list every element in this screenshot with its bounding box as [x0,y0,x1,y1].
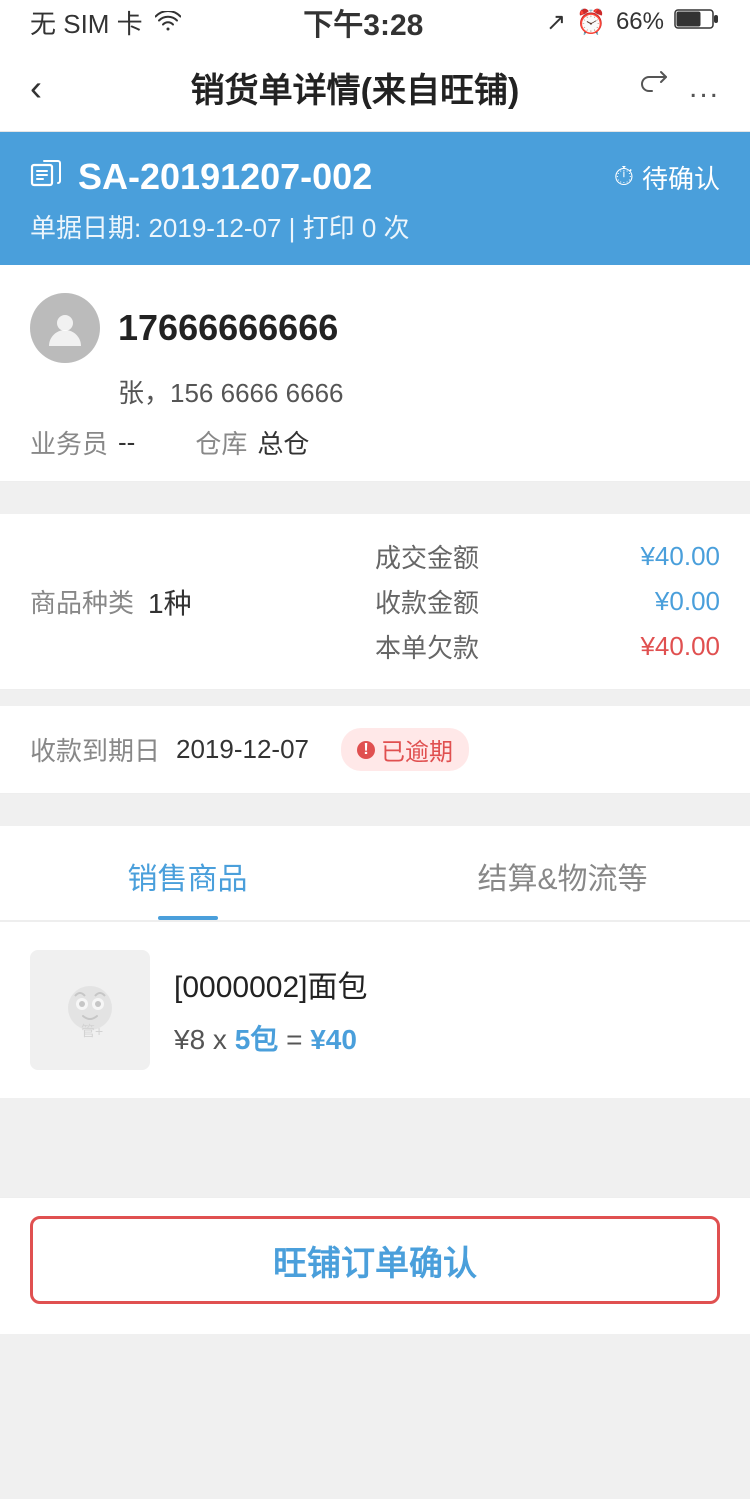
back-button[interactable]: ‹ [30,67,90,109]
clock-icon: ⏱ [614,161,634,193]
table-row: 管+ [0000002]面包 ¥8 x 5包 = ¥40 [0,922,750,1099]
location-icon: ↗ [546,8,566,37]
overdue-text: 已逾期 [381,732,453,767]
status-bar: 无 SIM 卡 下午3:28 ↗ ⏰ 66% [0,0,750,44]
product-section: 管+ [0000002]面包 ¥8 x 5包 = ¥40 [0,922,750,1099]
order-status: ⏱ 待确认 [614,159,720,196]
nav-bar: ‹ 销货单详情(来自旺铺) ... [0,44,750,132]
unit-price: ¥8 x [174,1024,235,1055]
summary-right: 成交金额 ¥40.00 收款金额 ¥0.00 本单欠款 ¥40.00 [375,538,720,665]
status-left: 无 SIM 卡 [30,4,181,41]
received-label: 收款金额 [375,583,479,620]
due-date-value: 2019-12-07 [176,734,309,765]
equals: = [286,1024,310,1055]
salesperson-value: -- [118,427,135,458]
battery-text: 66% [616,8,664,36]
product-price: ¥8 x 5包 = ¥40 [174,1018,720,1058]
bottom-spacer [0,1379,750,1499]
divider-1 [0,498,750,514]
warehouse-info: 仓库 总仓 [195,424,309,461]
customer-meta: 业务员 -- 仓库 总仓 [30,424,720,461]
divider-2 [0,810,750,826]
customer-card: 17666666666 张，156 6666 6666 业务员 -- 仓库 总仓 [0,265,750,482]
customer-name-phone: 张，156 6666 6666 [30,373,720,410]
avatar [30,293,100,363]
bottom-action-bar: 旺铺订单确认 [0,1197,750,1334]
tab-sales-products[interactable]: 销售商品 [0,826,375,920]
order-icon [30,159,64,195]
page-title: 销货单详情(来自旺铺) [90,63,620,112]
more-icon[interactable]: ... [689,71,720,105]
share-icon[interactable] [639,69,669,107]
quantity: 5包 [235,1024,279,1055]
owed-amount-row: 本单欠款 ¥40.00 [375,628,720,665]
svg-text:管+: 管+ [81,1023,103,1039]
received-value: ¥0.00 [655,586,720,617]
transaction-amount-row: 成交金额 ¥40.00 [375,538,720,575]
customer-phone: 17666666666 [118,307,338,349]
warehouse-label: 仓库 [195,424,247,461]
product-thumbnail: 管+ [30,950,150,1070]
product-types-value: 1种 [148,582,192,622]
confirm-order-button[interactable]: 旺铺订单确认 [30,1216,720,1304]
alarm-icon: ⏰ [576,8,606,37]
order-date: 单据日期: 2019-12-07 | 打印 0 次 [30,208,720,245]
customer-name-row: 17666666666 [30,293,720,363]
owed-label: 本单欠款 [375,628,479,665]
wifi-icon [155,7,181,38]
transaction-value: ¥40.00 [640,541,720,572]
overdue-icon: ! [357,741,375,759]
tab-settlement-label: 结算&物流等 [477,863,647,896]
summary-left: 商品种类 1种 [30,538,375,665]
carrier-text: 无 SIM 卡 [30,4,143,41]
summary-card: 商品种类 1种 成交金额 ¥40.00 收款金额 ¥0.00 本单欠款 ¥40.… [0,514,750,690]
status-right: ↗ ⏰ 66% [546,8,720,37]
tab-bar: 销售商品 结算&物流等 [0,826,750,922]
order-id-row: SA-20191207-002 [30,156,372,198]
tab-settlement[interactable]: 结算&物流等 [375,826,750,920]
product-info: [0000002]面包 ¥8 x 5包 = ¥40 [174,962,720,1058]
order-id-text: SA-20191207-002 [78,156,372,198]
due-date-card: 收款到期日 2019-12-07 ! 已逾期 [0,706,750,794]
owed-value: ¥40.00 [640,631,720,662]
tab-underline [158,916,218,920]
product-types-row: 商品种类 1种 [30,582,375,622]
nav-right-actions: ... [620,69,720,107]
received-amount-row: 收款金额 ¥0.00 [375,583,720,620]
product-types-label: 商品种类 [30,583,134,620]
due-date-label: 收款到期日 [30,731,160,768]
status-time: 下午3:28 [303,0,423,44]
status-text: 待确认 [642,159,720,196]
total-price: ¥40 [310,1024,357,1055]
overdue-badge: ! 已逾期 [341,728,469,771]
salesperson-label: 业务员 [30,424,108,461]
order-header-card: SA-20191207-002 ⏱ 待确认 单据日期: 2019-12-07 |… [0,132,750,265]
salesperson-info: 业务员 -- [30,424,135,461]
tab-sales-label: 销售商品 [128,863,248,896]
warehouse-value: 总仓 [257,424,309,461]
battery-icon [674,8,720,37]
product-name: [0000002]面包 [174,962,720,1006]
transaction-label: 成交金额 [375,538,479,575]
